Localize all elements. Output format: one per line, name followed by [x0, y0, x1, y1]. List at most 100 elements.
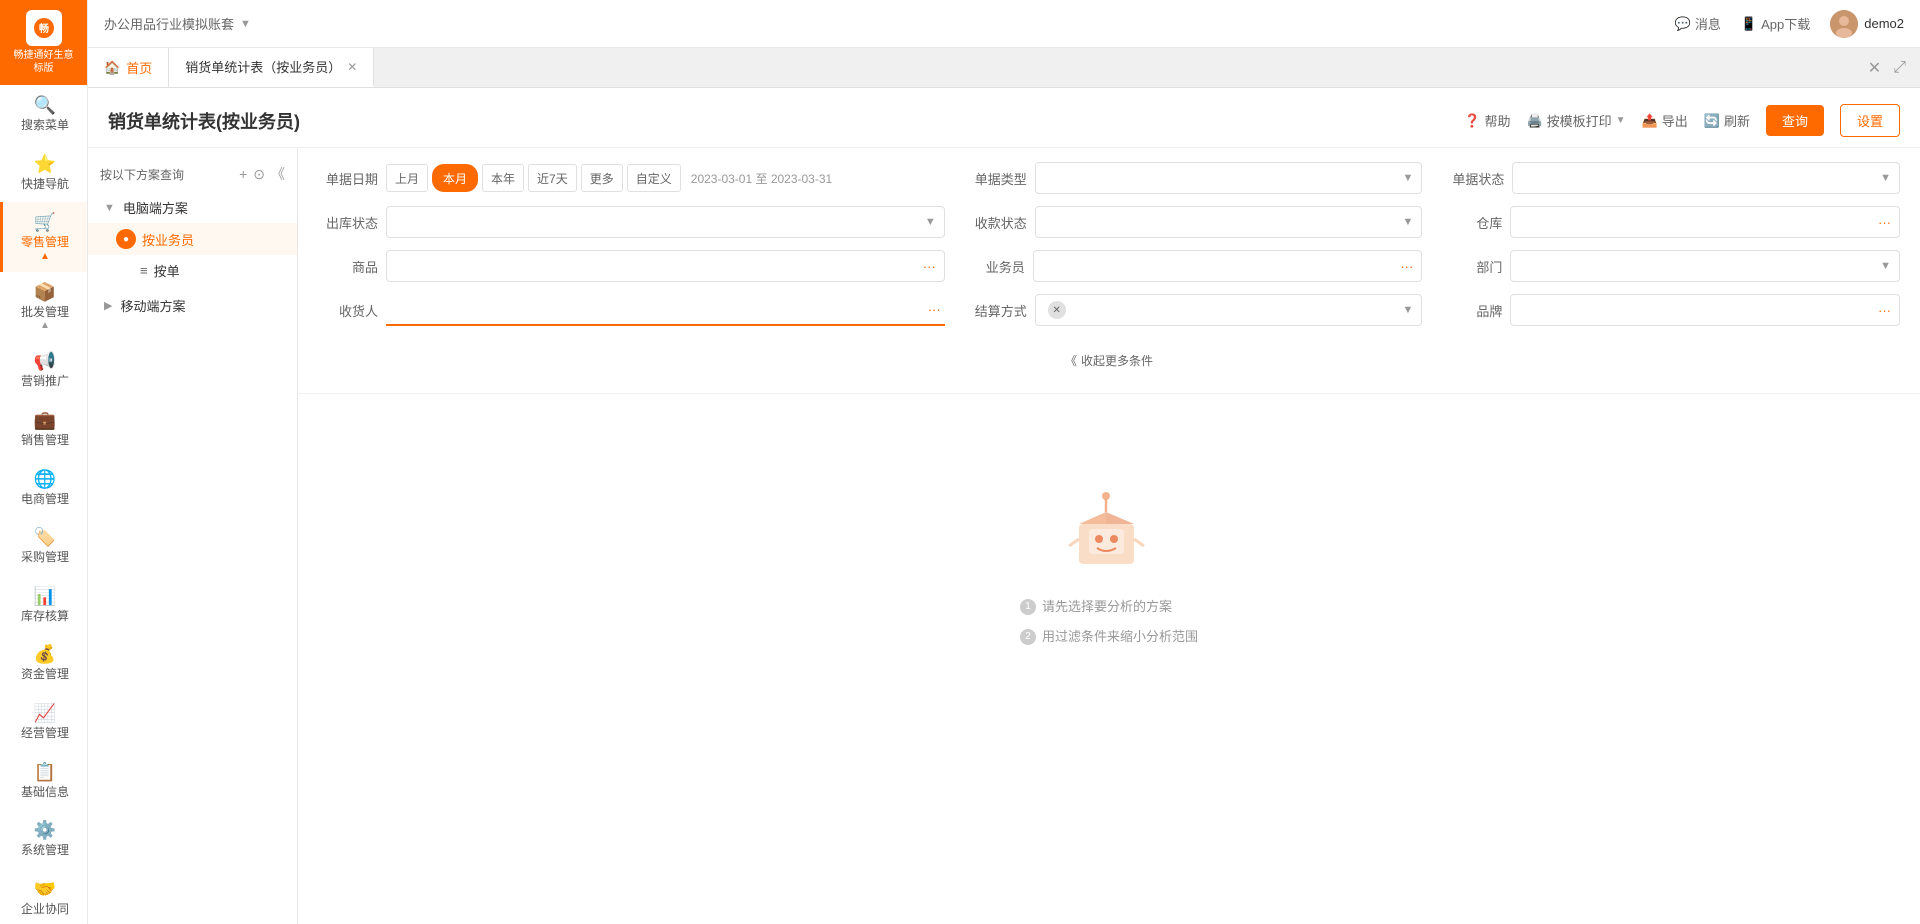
dept-select[interactable]: ▼ [1510, 250, 1900, 282]
warehouse-input[interactable]: ··· [1510, 206, 1900, 238]
sidebar-nav: 🔍 搜索菜单 ⭐ 快捷导航 🛒 零售管理 ▲ 📦 批发管理 ▲ 📢 营销推广 💼… [0, 85, 87, 924]
message-action[interactable]: 💬 消息 [1675, 14, 1721, 33]
tree-item-salesperson[interactable]: ● 按业务员 [88, 223, 297, 255]
basic-icon: 📋 [34, 762, 56, 783]
sidebar-item-operation[interactable]: 📈 经营管理 [0, 693, 87, 752]
mobile-tree-label: 移动端方案 [120, 296, 185, 315]
receiver-dots: ··· [928, 302, 941, 317]
date-btn-more[interactable]: 更多 [581, 164, 623, 192]
user-action[interactable]: demo2 [1830, 10, 1904, 38]
sidebar-item-sales-label: 销售管理 [21, 433, 69, 449]
sidebar-item-sales[interactable]: 💼 销售管理 [0, 400, 87, 459]
filter-status-item: 单据状态 ▼ [1452, 162, 1900, 194]
filter-brand-item: 品牌 ··· [1452, 294, 1900, 326]
type-select[interactable]: ▼ [1035, 162, 1423, 194]
empty-tip-2-text: 用过滤条件来缩小分析范围 [1042, 624, 1198, 650]
app-download-action[interactable]: 📱 App下载 [1741, 14, 1810, 33]
filter-outstatus-item: 出库状态 ▼ [318, 206, 945, 238]
sidebar-item-operation-label: 经营管理 [21, 726, 69, 742]
collapse-btn[interactable]: 《 收起更多条件 [1065, 346, 1153, 375]
collapse-btn-label: 收起更多条件 [1081, 352, 1153, 369]
sidebar-item-search[interactable]: 🔍 搜索菜单 [0, 85, 87, 144]
help-button[interactable]: ❓ 帮助 [1464, 111, 1510, 130]
collapse-panel-icon[interactable]: 《 [271, 164, 285, 184]
template-print-button[interactable]: 🖨️ 按模板打印 ▼ [1526, 111, 1625, 130]
refresh-button[interactable]: 🔄 刷新 [1704, 111, 1750, 130]
sidebar-item-inventory[interactable]: 📊 库存核算 [0, 576, 87, 635]
query-button[interactable]: 查询 [1766, 105, 1824, 136]
goods-input[interactable]: ··· [386, 250, 945, 282]
sidebar-item-retail-label: 零售管理 [21, 235, 69, 251]
pc-tree-arrow: ▼ [104, 202, 115, 214]
settle-select[interactable]: ✕ ▼ [1035, 294, 1423, 326]
tab-close-sales-stat[interactable]: ✕ [347, 61, 357, 73]
date-label: 单据日期 [318, 169, 378, 188]
sidebar-item-retail[interactable]: 🛒 零售管理 ▲ [0, 202, 87, 272]
app-logo: 畅 畅捷通好生意 标版 [0, 0, 87, 85]
sidebar-item-ecommerce[interactable]: 🌐 电商管理 [0, 459, 87, 518]
logo-icon: 畅 [26, 10, 62, 46]
page-header: 销货单统计表(按业务员) ❓ 帮助 🖨️ 按模板打印 ▼ 📤 导出 🔄 刷 [88, 88, 1920, 148]
salesperson-input[interactable]: ··· [1033, 250, 1423, 282]
filter-settle-item: 结算方式 ✕ ▼ [975, 294, 1423, 326]
sidebar-item-basic[interactable]: 📋 基础信息 [0, 752, 87, 811]
page-actions: ❓ 帮助 🖨️ 按模板打印 ▼ 📤 导出 🔄 刷新 查询 设置 [1464, 104, 1900, 137]
sidebar-item-quick-label: 快捷导航 [21, 177, 69, 193]
sidebar-item-marketing[interactable]: 📢 营销推广 [0, 341, 87, 400]
svg-text:畅: 畅 [39, 22, 49, 35]
date-btn-thisyear[interactable]: 本年 [482, 164, 524, 192]
tree-item-pc[interactable]: ▼ 电脑端方案 [88, 192, 297, 223]
filter-row-4: 收货人 ··· 结算方式 ✕ ▼ [318, 294, 1900, 326]
status-select-arrow: ▼ [1880, 172, 1891, 184]
sidebar-item-finance[interactable]: 💰 资金管理 [0, 634, 87, 693]
warehouse-dots: ··· [1878, 215, 1891, 230]
message-label: 消息 [1695, 14, 1721, 33]
outstatus-select[interactable]: ▼ [386, 206, 945, 238]
settle-label: 结算方式 [975, 301, 1027, 320]
sidebar-item-wholesale[interactable]: 📦 批发管理 ▲ [0, 272, 87, 342]
tab-sales-stat[interactable]: 销货单统计表（按业务员） ✕ [169, 48, 374, 87]
help-label: 帮助 [1484, 111, 1510, 130]
left-panel-header: 按以下方案查询 + ⊙ 《 [88, 158, 297, 192]
content-body: 按以下方案查询 + ⊙ 《 ▼ 电脑端方案 ● 按业务员 [88, 148, 1920, 924]
tree-item-mobile[interactable]: ▶ 移动端方案 [88, 290, 297, 321]
receiptstatus-select[interactable]: ▼ [1035, 206, 1423, 238]
topbar-dropdown-arrow[interactable]: ▼ [240, 18, 251, 30]
sidebar-item-system-label: 系统管理 [21, 843, 69, 859]
add-scheme-icon[interactable]: + [239, 166, 247, 182]
receiver-input[interactable]: ··· [386, 294, 945, 326]
user-label: demo2 [1864, 16, 1904, 31]
date-btn-lastmonth[interactable]: 上月 [386, 164, 428, 192]
date-btn-custom[interactable]: 自定义 [627, 164, 681, 192]
tab-home[interactable]: 🏠 首页 [88, 48, 169, 87]
settle-clear-btn[interactable]: ✕ [1048, 301, 1066, 319]
tree-item-byorder[interactable]: ≡ 按单 [88, 255, 297, 286]
settings-scheme-icon[interactable]: ⊙ [253, 166, 265, 183]
tab-win-expand-btn[interactable]: ⤢ [1891, 57, 1908, 79]
left-panel-title: 按以下方案查询 [100, 166, 184, 183]
export-icon: 📤 [1642, 113, 1658, 129]
sidebar-item-system[interactable]: ⚙️ 系统管理 [0, 810, 87, 869]
pc-tree-label: 电脑端方案 [123, 198, 188, 217]
sidebar-item-enterprise[interactable]: 🤝 企业协同 [0, 869, 87, 924]
empty-state: 1 请先选择要分析的方案 2 用过滤条件来缩小分析范围 [298, 394, 1920, 730]
export-button[interactable]: 📤 导出 [1642, 111, 1688, 130]
salesperson-dots: ··· [1400, 259, 1413, 274]
date-btn-thismonth[interactable]: 本月 [432, 164, 478, 192]
sidebar-item-basic-label: 基础信息 [21, 785, 69, 801]
status-select[interactable]: ▼ [1512, 162, 1900, 194]
brand-input[interactable]: ··· [1510, 294, 1900, 326]
settings-button[interactable]: 设置 [1840, 104, 1900, 137]
operation-icon: 📈 [34, 703, 56, 724]
sidebar-item-purchase[interactable]: 🏷️ 采购管理 [0, 517, 87, 576]
filter-type-item: 单据类型 ▼ [975, 162, 1423, 194]
right-panel: 单据日期 上月 本月 本年 近7天 更多 自定义 2023-03-01 至 20… [298, 148, 1920, 924]
active-dot-salesperson: ● [116, 229, 136, 249]
sidebar-item-purchase-label: 采购管理 [21, 550, 69, 566]
tab-win-close-btn[interactable]: ✕ [1866, 56, 1883, 80]
date-btn-7days[interactable]: 近7天 [528, 164, 577, 192]
sidebar-item-quick[interactable]: ⭐ 快捷导航 [0, 144, 87, 203]
filter-area: 单据日期 上月 本月 本年 近7天 更多 自定义 2023-03-01 至 20… [298, 148, 1920, 394]
settle-value-wrap: ✕ [1044, 301, 1066, 319]
retail-icon: 🛒 [34, 212, 56, 233]
